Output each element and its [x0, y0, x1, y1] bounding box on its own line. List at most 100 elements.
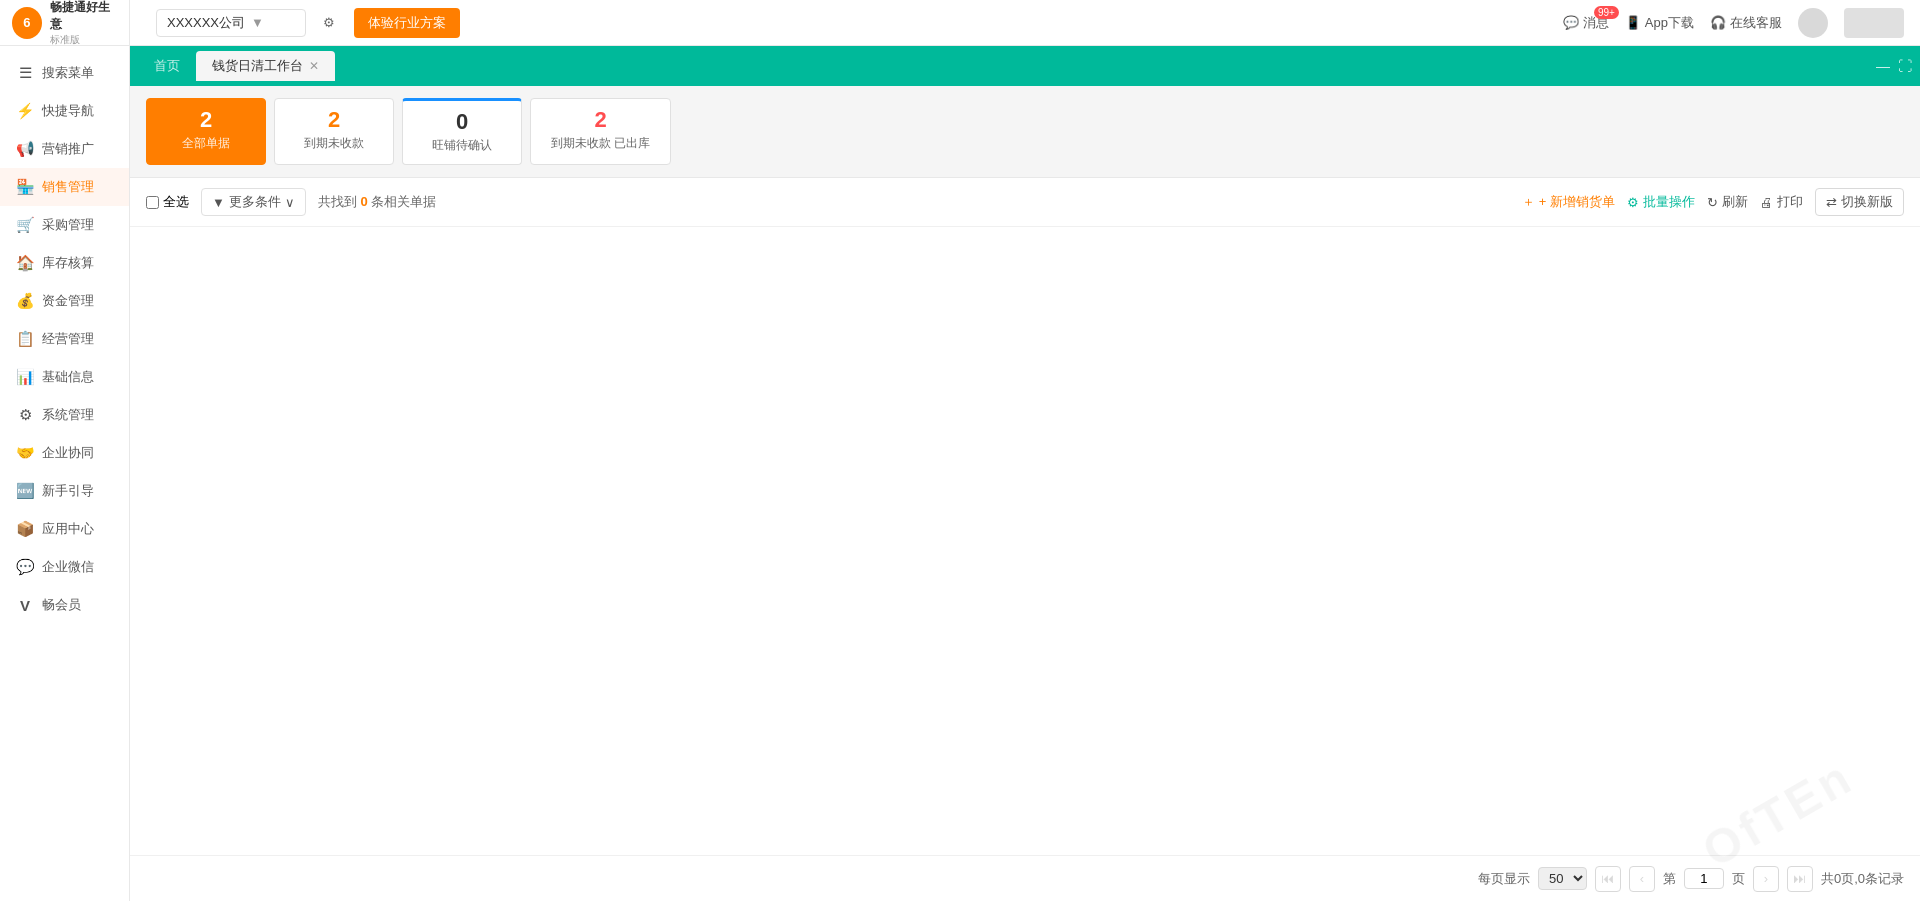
batch-operation-button[interactable]: ⚙ 批量操作: [1627, 193, 1695, 211]
online-service-item[interactable]: 🎧 在线客服: [1710, 14, 1782, 32]
weixin-icon: 💬: [16, 558, 34, 576]
select-all-label: 全选: [163, 193, 189, 211]
sidebar-item-label: 系统管理: [42, 406, 94, 424]
maximize-icon[interactable]: ⛶: [1898, 58, 1912, 74]
sidebar-item-label: 快捷导航: [42, 102, 94, 120]
first-page-button[interactable]: ⏮: [1595, 866, 1621, 892]
sidebar-item-inventory[interactable]: 🏠 库存核算: [0, 244, 129, 282]
content-area: 2 全部单据 2 到期未收款 0 旺铺待确认 2 到期未收款 已出库 全选: [130, 86, 1920, 901]
stat-label-overdue: 到期未收款: [295, 135, 373, 152]
user-name[interactable]: [1844, 8, 1904, 38]
stat-tab-overdue[interactable]: 2 到期未收款: [274, 98, 394, 165]
stat-num-shipped: 2: [551, 109, 650, 131]
avatar[interactable]: [1798, 8, 1828, 38]
headset-icon: 🎧: [1710, 15, 1726, 30]
tab-close-icon[interactable]: ✕: [309, 59, 319, 73]
sidebar-item-member[interactable]: V 畅会员: [0, 586, 129, 624]
sidebar-item-system[interactable]: ⚙ 系统管理: [0, 396, 129, 434]
add-sales-order-button[interactable]: ＋ + 新增销货单: [1522, 193, 1615, 211]
sidebar-item-label: 营销推广: [42, 140, 94, 158]
logo-text: 畅捷通好生意 标准版: [50, 0, 117, 47]
sidebar-item-label: 企业微信: [42, 558, 94, 576]
select-all-input[interactable]: [146, 196, 159, 209]
last-page-button[interactable]: ⏭: [1787, 866, 1813, 892]
minimize-icon[interactable]: —: [1876, 58, 1890, 74]
system-icon: ⚙: [16, 406, 34, 424]
page-label-suffix: 页: [1732, 870, 1745, 888]
sidebar-item-label: 库存核算: [42, 254, 94, 272]
sidebar-item-finance[interactable]: 💰 资金管理: [0, 282, 129, 320]
marketing-icon: 📢: [16, 140, 34, 158]
page-size-select[interactable]: 50: [1538, 867, 1587, 890]
pagination: 每页显示 50 ⏮ ‹ 第 页 › ⏭ 共0页,0条记录: [130, 855, 1920, 901]
message-item[interactable]: 💬 消息 99+: [1563, 14, 1609, 32]
switch-version-button[interactable]: ⇄ 切换新版: [1815, 188, 1904, 216]
stat-label-wangpu: 旺铺待确认: [423, 137, 501, 154]
sidebar-item-sales[interactable]: 🏪 销售管理: [0, 168, 129, 206]
prev-page-button[interactable]: ‹: [1629, 866, 1655, 892]
settings-button[interactable]: ⚙: [314, 8, 344, 38]
page-input[interactable]: [1684, 868, 1724, 889]
sidebar: 6 畅捷通好生意 标准版 ☰ 搜索菜单 ⚡ 快捷导航 📢 营销推广 🏪 销售管理…: [0, 0, 130, 901]
total-info: 共0页,0条记录: [1821, 870, 1904, 888]
trial-button[interactable]: 体验行业方案: [354, 8, 460, 38]
sidebar-item-basic-info[interactable]: 📊 基础信息: [0, 358, 129, 396]
stat-num-wangpu: 0: [423, 111, 501, 133]
found-prefix: 共找到: [318, 194, 357, 209]
sidebar-item-search[interactable]: ☰ 搜索菜单: [0, 54, 129, 92]
company-selector[interactable]: XXXXXX公司 ▼: [156, 9, 306, 37]
cooperation-icon: 🤝: [16, 444, 34, 462]
batch-label: 批量操作: [1643, 193, 1695, 211]
sidebar-item-label: 基础信息: [42, 368, 94, 386]
sidebar-item-marketing[interactable]: 📢 营销推广: [0, 130, 129, 168]
toolbar: 全选 ▼ 更多条件 ∨ 共找到 0 条相关单据 ＋ + 新增销货单: [130, 178, 1920, 227]
sidebar-item-purchase[interactable]: 🛒 采购管理: [0, 206, 129, 244]
tab-home[interactable]: 首页: [138, 51, 196, 81]
select-all-checkbox[interactable]: 全选: [146, 193, 189, 211]
sidebar-item-operations[interactable]: 📋 经营管理: [0, 320, 129, 358]
tab-home-label: 首页: [154, 57, 180, 75]
app-download-item[interactable]: 📱 App下载: [1625, 14, 1694, 32]
filter-icon: ▼: [212, 195, 225, 210]
table-area: [130, 227, 1920, 855]
stat-tab-all[interactable]: 2 全部单据: [146, 98, 266, 165]
app-title: 畅捷通好生意: [50, 0, 117, 33]
sidebar-item-label: 销售管理: [42, 178, 94, 196]
refresh-button[interactable]: ↻ 刷新: [1707, 193, 1748, 211]
next-page-button[interactable]: ›: [1753, 866, 1779, 892]
online-service-label: 在线客服: [1730, 14, 1782, 32]
sidebar-item-cooperation[interactable]: 🤝 企业协同: [0, 434, 129, 472]
toolbar-right: ＋ + 新增销货单 ⚙ 批量操作 ↻ 刷新 🖨 打印 ⇄ 切换新版: [1522, 188, 1904, 216]
stat-tab-wangpu[interactable]: 0 旺铺待确认: [402, 98, 522, 165]
message-badge: 99+: [1594, 6, 1619, 19]
sidebar-item-label: 经营管理: [42, 330, 94, 348]
tab-workbench[interactable]: 钱货日清工作台 ✕: [196, 51, 335, 81]
guide-icon: 🆕: [16, 482, 34, 500]
stats-tabs: 2 全部单据 2 到期未收款 0 旺铺待确认 2 到期未收款 已出库: [130, 86, 1920, 178]
found-text: 共找到 0 条相关单据: [318, 193, 436, 211]
filter-button[interactable]: ▼ 更多条件 ∨: [201, 188, 306, 216]
print-button[interactable]: 🖨 打印: [1760, 193, 1803, 211]
stat-label-all: 全部单据: [167, 135, 245, 152]
tab-workbench-label: 钱货日清工作台: [212, 57, 303, 75]
sidebar-item-label: 新手引导: [42, 482, 94, 500]
found-suffix: 条相关单据: [371, 194, 436, 209]
refresh-label: 刷新: [1722, 193, 1748, 211]
main-content: 2 全部单据 2 到期未收款 0 旺铺待确认 2 到期未收款 已出库 全选: [130, 86, 1920, 901]
sidebar-item-guide[interactable]: 🆕 新手引导: [0, 472, 129, 510]
print-icon: 🖨: [1760, 195, 1773, 210]
top-header: XXXXXX公司 ▼ ⚙ 体验行业方案 💬 消息 99+ 📱 App下载 🎧 在…: [130, 0, 1920, 46]
stat-tab-shipped[interactable]: 2 到期未收款 已出库: [530, 98, 671, 165]
sidebar-menu: ☰ 搜索菜单 ⚡ 快捷导航 📢 营销推广 🏪 销售管理 🛒 采购管理 🏠 库存核…: [0, 46, 129, 624]
company-name: XXXXXX公司: [167, 14, 245, 32]
sidebar-item-quick-nav[interactable]: ⚡ 快捷导航: [0, 92, 129, 130]
sidebar-item-weixin[interactable]: 💬 企业微信: [0, 548, 129, 586]
switch-label: 切换新版: [1841, 193, 1893, 211]
sidebar-item-app-center[interactable]: 📦 应用中心: [0, 510, 129, 548]
member-icon: V: [16, 597, 34, 614]
basic-info-icon: 📊: [16, 368, 34, 386]
toolbar-left: 全选 ▼ 更多条件 ∨ 共找到 0 条相关单据: [146, 188, 436, 216]
nav-tabs-actions: — ⛶: [1876, 58, 1912, 74]
purchase-icon: 🛒: [16, 216, 34, 234]
filter-label: 更多条件: [229, 193, 281, 211]
